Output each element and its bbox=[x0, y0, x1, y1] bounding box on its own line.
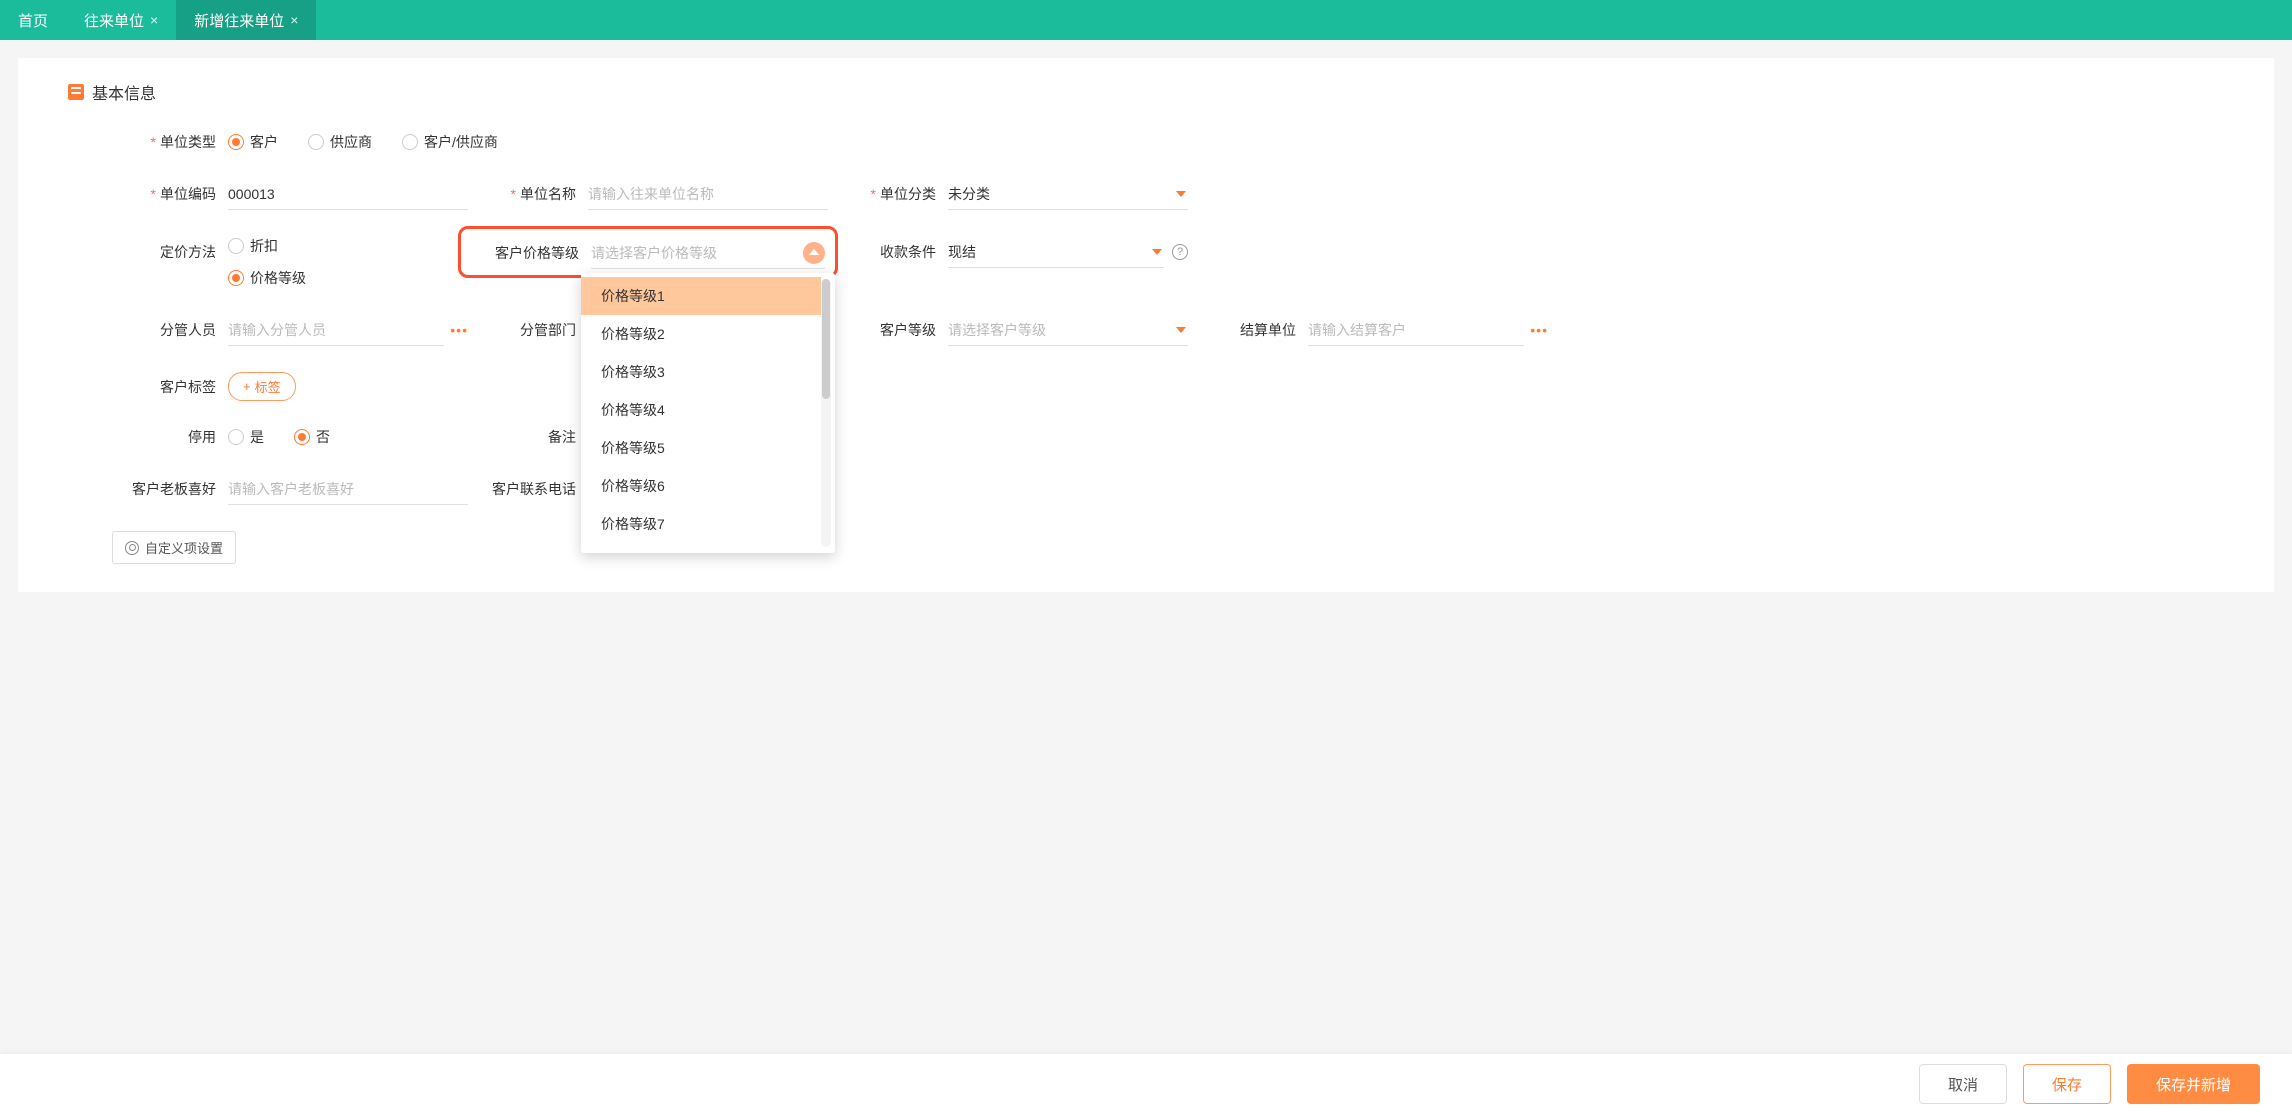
label-boss-pref: 客户老板喜好 bbox=[108, 479, 228, 499]
label-remark: 备注 bbox=[468, 427, 588, 447]
radio-type-supplier[interactable]: 供应商 bbox=[308, 132, 372, 152]
label-unit-type: *单位类型 bbox=[108, 132, 228, 152]
price-level-placeholder: 请选择客户价格等级 bbox=[591, 243, 717, 263]
label-pricing: 定价方法 bbox=[108, 236, 228, 262]
label-receipt-cond: 收款条件 bbox=[828, 242, 948, 262]
price-level-option[interactable]: 价格等级1 bbox=[581, 277, 821, 315]
price-level-highlight: 客户价格等级 请选择客户价格等级 价格等级1 价格等级2 bbox=[458, 226, 838, 278]
price-level-option[interactable]: 价格等级7 bbox=[581, 505, 821, 543]
help-icon[interactable]: ? bbox=[1172, 244, 1188, 260]
form-icon bbox=[68, 84, 84, 100]
close-icon[interactable]: × bbox=[150, 12, 158, 28]
label-manager-person: 分管人员 bbox=[108, 320, 228, 340]
price-level-option[interactable]: 价格等级2 bbox=[581, 315, 821, 353]
option-list: 价格等级1 价格等级2 价格等级3 价格等级4 价格等级5 价格等级6 价格等级… bbox=[581, 273, 821, 553]
unit-cat-value: 未分类 bbox=[948, 184, 990, 204]
price-level-select[interactable]: 请选择客户价格等级 bbox=[591, 237, 825, 269]
tab-bar: 首页 往来单位 × 新增往来单位 × bbox=[0, 0, 2292, 40]
label-manager-dept: 分管部门 bbox=[468, 320, 588, 340]
cancel-button[interactable]: 取消 bbox=[1919, 1064, 2007, 1104]
tab-label: 首页 bbox=[18, 10, 48, 31]
chevron-up-icon bbox=[803, 242, 825, 264]
label-unit-code: *单位编码 bbox=[108, 184, 228, 204]
more-icon[interactable]: ••• bbox=[450, 322, 468, 338]
more-icon[interactable]: ••• bbox=[1530, 322, 1548, 338]
price-level-dropdown: 价格等级1 价格等级2 价格等级3 价格等级4 价格等级5 价格等级6 价格等级… bbox=[581, 273, 835, 553]
receipt-cond-select[interactable]: 现结 bbox=[948, 236, 1164, 268]
radio-type-both[interactable]: 客户/供应商 bbox=[402, 132, 498, 152]
label-cust-tags: 客户标签 bbox=[108, 377, 228, 397]
chevron-down-icon bbox=[1176, 191, 1186, 197]
price-level-option[interactable]: 价格等级8 bbox=[581, 543, 821, 553]
price-level-option[interactable]: 价格等级3 bbox=[581, 353, 821, 391]
price-level-option[interactable]: 价格等级4 bbox=[581, 391, 821, 429]
radio-pricing-level[interactable]: 价格等级 bbox=[228, 268, 306, 288]
settle-unit-input[interactable] bbox=[1308, 314, 1524, 346]
unit-cat-select[interactable]: 未分类 bbox=[948, 178, 1188, 210]
custom-fields-button[interactable]: 自定义项设置 bbox=[112, 531, 236, 564]
tab-add[interactable]: 新增往来单位 × bbox=[176, 0, 316, 40]
footer-actions: 取消 保存 保存并新增 bbox=[0, 1054, 2292, 1114]
radio-disabled-no[interactable]: 否 bbox=[294, 427, 330, 447]
label-disabled: 停用 bbox=[108, 427, 228, 447]
page-body: 基本信息 *单位类型 客户 供应商 客户/供应商 *单位编码 bbox=[0, 40, 2292, 1114]
label-cust-level: 客户等级 bbox=[828, 320, 948, 340]
price-level-option[interactable]: 价格等级5 bbox=[581, 429, 821, 467]
boss-pref-input[interactable] bbox=[228, 473, 468, 505]
radio-disabled-yes[interactable]: 是 bbox=[228, 427, 264, 447]
tab-list[interactable]: 往来单位 × bbox=[66, 0, 176, 40]
label-unit-name: *单位名称 bbox=[468, 184, 588, 204]
label-price-level: 客户价格等级 bbox=[471, 243, 591, 263]
section-title: 基本信息 bbox=[68, 80, 2224, 104]
radio-pricing-discount[interactable]: 折扣 bbox=[228, 236, 278, 256]
plus-icon: + bbox=[243, 379, 251, 394]
save-and-new-button[interactable]: 保存并新增 bbox=[2127, 1064, 2260, 1104]
scrollbar[interactable] bbox=[821, 279, 831, 547]
tab-home[interactable]: 首页 bbox=[0, 0, 66, 40]
label-settle-unit: 结算单位 bbox=[1188, 320, 1308, 340]
unit-code-input[interactable] bbox=[228, 178, 468, 210]
price-level-option[interactable]: 价格等级6 bbox=[581, 467, 821, 505]
label-unit-cat: *单位分类 bbox=[828, 184, 948, 204]
save-button[interactable]: 保存 bbox=[2023, 1064, 2111, 1104]
section-title-text: 基本信息 bbox=[92, 80, 156, 104]
tab-label: 新增往来单位 bbox=[194, 10, 284, 31]
form: *单位类型 客户 供应商 客户/供应商 *单位编码 *单位名称 bbox=[68, 132, 2224, 564]
chevron-down-icon bbox=[1176, 327, 1186, 333]
tab-label: 往来单位 bbox=[84, 10, 144, 31]
add-tag-button[interactable]: +标签 bbox=[228, 372, 296, 401]
unit-name-input[interactable] bbox=[588, 178, 828, 210]
label-cust-phone: 客户联系电话 bbox=[468, 479, 588, 499]
gear-icon bbox=[125, 541, 139, 555]
cust-level-placeholder: 请选择客户等级 bbox=[948, 320, 1046, 340]
radio-type-customer[interactable]: 客户 bbox=[228, 132, 278, 152]
chevron-down-icon bbox=[1152, 249, 1162, 255]
form-panel: 基本信息 *单位类型 客户 供应商 客户/供应商 *单位编码 bbox=[18, 58, 2274, 592]
receipt-cond-value: 现结 bbox=[948, 242, 976, 262]
close-icon[interactable]: × bbox=[290, 12, 298, 28]
scrollbar-thumb[interactable] bbox=[822, 279, 830, 399]
cust-level-select[interactable]: 请选择客户等级 bbox=[948, 314, 1188, 346]
manager-person-input[interactable] bbox=[228, 314, 444, 346]
